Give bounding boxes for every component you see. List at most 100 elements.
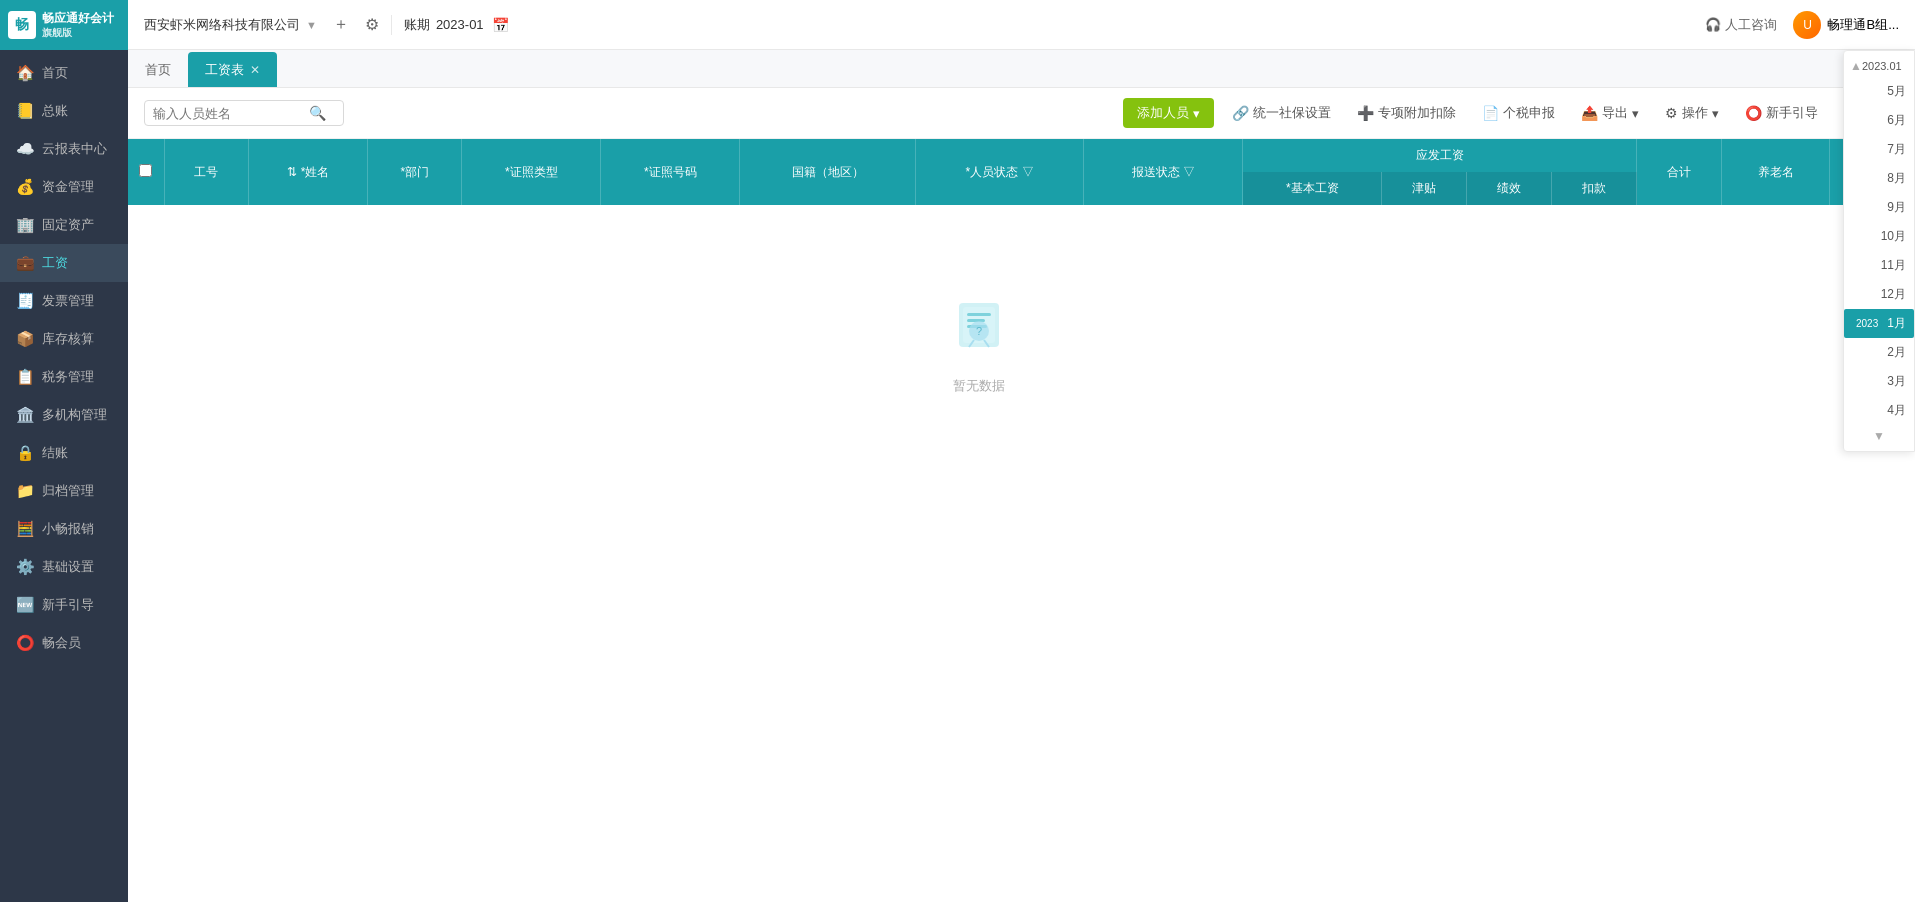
user-menu[interactable]: U 畅理通B组... [1793, 11, 1899, 39]
cal-month-6[interactable]: 6月 [1844, 106, 1914, 135]
svg-text:?: ? [976, 325, 982, 337]
th-checkbox[interactable] [128, 139, 164, 205]
select-all-checkbox[interactable] [139, 164, 152, 177]
settings-icon[interactable]: ⚙ [365, 15, 379, 34]
cal-month-8[interactable]: 8月 [1844, 164, 1914, 193]
cal-month-4[interactable]: 4月 [1844, 396, 1914, 425]
ledger-nav-icon: 📒 [16, 102, 34, 120]
sidebar-item-archive[interactable]: 📁 归档管理 [0, 472, 128, 510]
toolbar-right: 添加人员 ▾ 🔗 统一社保设置 ➕ 专项附加扣除 📄 个税申报 📤 导 [1123, 98, 1899, 128]
social-security-button[interactable]: 🔗 统一社保设置 [1224, 100, 1339, 126]
svg-rect-2 [967, 313, 991, 316]
add-company-button[interactable]: ＋ [329, 13, 353, 37]
month-label: 8月 [1887, 170, 1906, 187]
sidebar-item-label: 畅会员 [42, 634, 81, 652]
sidebar-item-funds[interactable]: 💰 资金管理 [0, 168, 128, 206]
topbar-period: 账期 2023-01 📅 [404, 16, 509, 34]
sidebar-item-salary[interactable]: 💼 工资 [0, 244, 128, 282]
tab-close-icon[interactable]: ✕ [250, 63, 260, 77]
sidebar-item-home[interactable]: 🏠 首页 [0, 54, 128, 92]
sidebar-item-guide[interactable]: 🆕 新手引导 [0, 586, 128, 624]
sidebar-item-close[interactable]: 🔒 结账 [0, 434, 128, 472]
th-person-status[interactable]: *人员状态 ▽ [916, 139, 1084, 205]
expense-nav-icon: 🧮 [16, 520, 34, 538]
sidebar-nav: 🏠 首页 📒 总账 ☁️ 云报表中心 💰 资金管理 🏢 固定资产 💼 工资 🧾 … [0, 50, 128, 902]
export-button[interactable]: 📤 导出 ▾ [1573, 100, 1647, 126]
cal-month-11[interactable]: 11月 [1844, 251, 1914, 280]
special-deduct-icon: ➕ [1357, 105, 1374, 121]
sidebar-item-fixed-assets[interactable]: 🏢 固定资产 [0, 206, 128, 244]
sidebar-item-tax[interactable]: 📋 税务管理 [0, 358, 128, 396]
month-label: 1月 [1887, 315, 1906, 332]
cal-prev-button[interactable]: ▲ [1850, 59, 1862, 73]
cal-next-button[interactable]: ▼ [1873, 429, 1885, 443]
content: 🔍 添加人员 ▾ 🔗 统一社保设置 ➕ 专项附加扣除 📄 个税申报 [128, 88, 1915, 902]
sidebar-item-label: 发票管理 [42, 292, 94, 310]
cal-month-2[interactable]: 2月 [1844, 338, 1914, 367]
home-nav-icon: 🏠 [16, 64, 34, 82]
sidebar-item-label: 归档管理 [42, 482, 94, 500]
th-base-salary: *基本工资 [1243, 172, 1382, 205]
sidebar-item-multi-org[interactable]: 🏛️ 多机构管理 [0, 396, 128, 434]
empty-text: 暂无数据 [953, 377, 1005, 395]
calendar-icon[interactable]: 📅 [492, 17, 509, 33]
sidebar-item-label: 固定资产 [42, 216, 94, 234]
sidebar-item-member[interactable]: ⭕ 畅会员 [0, 624, 128, 662]
main-area: 西安虾米网络科技有限公司 ▼ ＋ ⚙ 账期 2023-01 📅 🎧 人工咨询 U… [128, 0, 1915, 902]
month-label: 5月 [1887, 83, 1906, 100]
toolbar: 🔍 添加人员 ▾ 🔗 统一社保设置 ➕ 专项附加扣除 📄 个税申报 [128, 88, 1915, 139]
tab-home[interactable]: 首页 [128, 52, 188, 87]
operation-button[interactable]: ⚙ 操作 ▾ [1657, 100, 1727, 126]
cal-month-10[interactable]: 10月 [1844, 222, 1914, 251]
th-dept: *部门 [368, 139, 462, 205]
period-label: 账期 [404, 16, 430, 34]
fixed-assets-nav-icon: 🏢 [16, 216, 34, 234]
special-deduct-button[interactable]: ➕ 专项附加扣除 [1349, 100, 1464, 126]
empty-state: ? 暂无数据 [128, 205, 1829, 475]
cal-month-12[interactable]: 12月 [1844, 280, 1914, 309]
cal-month-1[interactable]: 20231月 [1844, 309, 1914, 338]
sidebar-item-invoice[interactable]: 🧾 发票管理 [0, 282, 128, 320]
th-region: 国籍（地区） [740, 139, 916, 205]
search-icon: 🔍 [309, 105, 326, 121]
add-person-button[interactable]: 添加人员 ▾ [1123, 98, 1214, 128]
tab-salary-table[interactable]: 工资表 ✕ [188, 52, 277, 87]
month-label: 10月 [1881, 228, 1906, 245]
cal-month-3[interactable]: 3月 [1844, 367, 1914, 396]
personal-tax-button[interactable]: 📄 个税申报 [1474, 100, 1563, 126]
sidebar-item-expense[interactable]: 🧮 小畅报销 [0, 510, 128, 548]
sidebar-item-label: 首页 [42, 64, 68, 82]
sidebar-item-cloud-report[interactable]: ☁️ 云报表中心 [0, 130, 128, 168]
sidebar-item-label: 总账 [42, 102, 68, 120]
multi-org-nav-icon: 🏛️ [16, 406, 34, 424]
month-label: 12月 [1881, 286, 1906, 303]
th-id: 工号 [164, 139, 249, 205]
cal-month-9[interactable]: 9月 [1844, 193, 1914, 222]
invoice-nav-icon: 🧾 [16, 292, 34, 310]
sidebar-item-inventory[interactable]: 📦 库存核算 [0, 320, 128, 358]
search-input[interactable] [153, 106, 303, 121]
sidebar-item-label: 库存核算 [42, 330, 94, 348]
logo-text: 畅应通好会计 旗舰版 [42, 11, 114, 40]
th-name[interactable]: ⇅ *姓名 [249, 139, 368, 205]
cal-month-7[interactable]: 7月 [1844, 135, 1914, 164]
period-value: 2023-01 [436, 17, 484, 32]
company-selector[interactable]: 西安虾米网络科技有限公司 ▼ [144, 16, 317, 34]
th-deduction: 扣款 [1552, 172, 1637, 205]
sidebar-item-ledger[interactable]: 📒 总账 [0, 92, 128, 130]
sidebar-item-settings[interactable]: ⚙️ 基础设置 [0, 548, 128, 586]
inventory-nav-icon: 📦 [16, 330, 34, 348]
sidebar-logo: 畅 畅应通好会计 旗舰版 [0, 0, 128, 50]
headset-icon: 🎧 [1705, 17, 1721, 32]
topbar-divider [391, 15, 392, 35]
guide-nav-icon: 🆕 [16, 596, 34, 614]
guide-button[interactable]: ⭕ 新手引导 [1737, 100, 1826, 126]
search-wrap: 🔍 [144, 100, 344, 126]
calendar-header: ▲ 2023.01 [1844, 55, 1914, 77]
cal-month-5[interactable]: 5月 [1844, 77, 1914, 106]
human-service-button[interactable]: 🎧 人工咨询 [1705, 16, 1777, 34]
topbar: 西安虾米网络科技有限公司 ▼ ＋ ⚙ 账期 2023-01 📅 🎧 人工咨询 U… [128, 0, 1915, 50]
company-name: 西安虾米网络科技有限公司 [144, 16, 300, 34]
th-report-status[interactable]: 报送状态 ▽ [1084, 139, 1243, 205]
month-label: 7月 [1887, 141, 1906, 158]
